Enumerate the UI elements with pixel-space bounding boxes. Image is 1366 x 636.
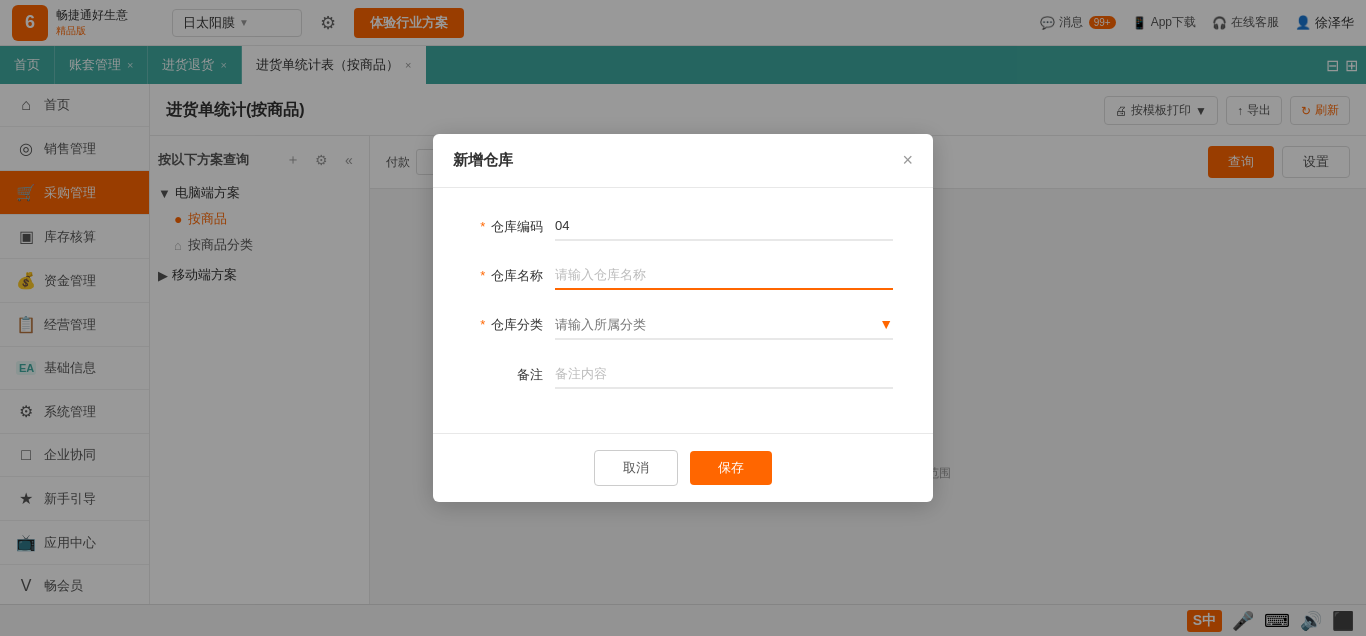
modal-overlay: 新增仓库 × * 仓库编码 * 仓库名称 [0,0,1366,636]
warehouse-category-label: * 仓库分类 [473,316,543,334]
required-star-name: * [480,268,485,283]
warehouse-name-label: * 仓库名称 [473,267,543,285]
modal-close-button[interactable]: × [902,150,913,171]
modal-header: 新增仓库 × [433,134,933,188]
warehouse-name-field: * 仓库名称 [473,261,893,290]
category-dropdown-icon: ▼ [879,316,893,332]
required-star-code: * [480,219,485,234]
warehouse-note-label: 备注 [473,366,543,384]
warehouse-category-select-wrap[interactable]: ▼ [555,310,893,340]
warehouse-note-field: 备注 [473,360,893,389]
modal-title: 新增仓库 [453,151,513,170]
warehouse-note-input[interactable] [555,360,893,389]
required-star-category: * [480,317,485,332]
add-warehouse-modal: 新增仓库 × * 仓库编码 * 仓库名称 [433,134,933,502]
warehouse-name-input[interactable] [555,261,893,290]
cancel-button[interactable]: 取消 [594,450,678,486]
warehouse-code-field: * 仓库编码 [473,212,893,241]
warehouse-category-input[interactable] [555,317,879,332]
modal-footer: 取消 保存 [433,433,933,502]
modal-body: * 仓库编码 * 仓库名称 * 仓库分类 [433,188,933,433]
warehouse-code-input[interactable] [555,212,893,241]
save-button[interactable]: 保存 [690,451,772,485]
warehouse-category-field: * 仓库分类 ▼ [473,310,893,340]
warehouse-code-label: * 仓库编码 [473,218,543,236]
